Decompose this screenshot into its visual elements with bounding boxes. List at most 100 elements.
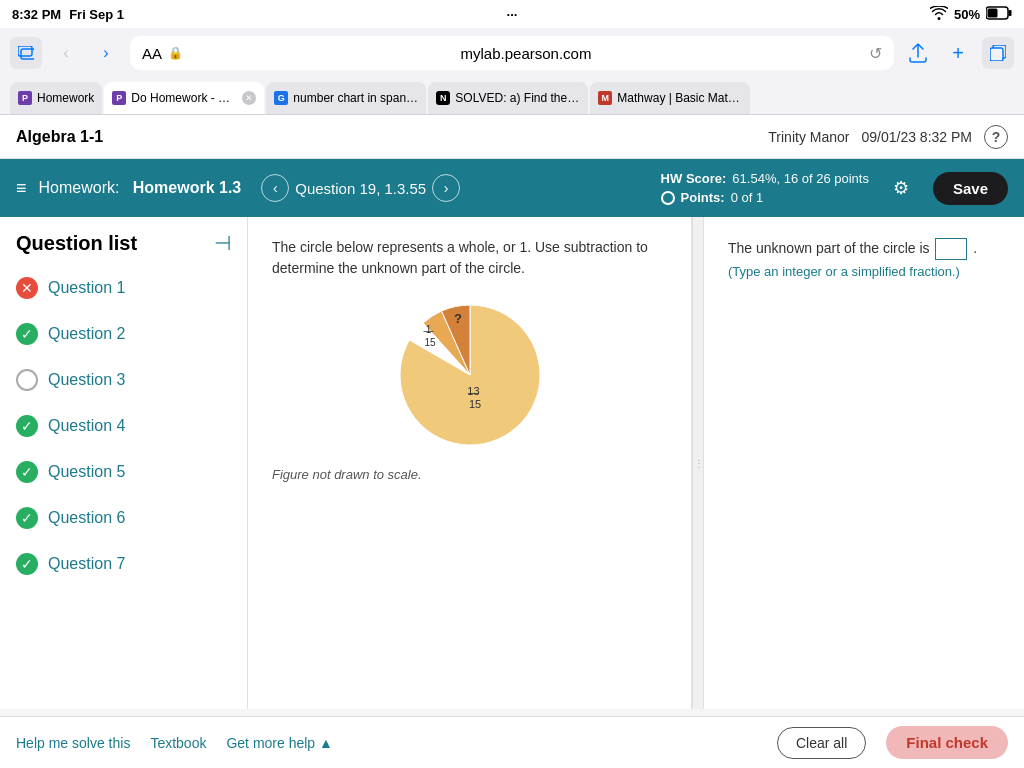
divider-dots-icon: ⋮ xyxy=(694,458,703,469)
tab-solved[interactable]: N SOLVED: a) Find the eq... xyxy=(428,82,588,114)
help-button[interactable]: ? xyxy=(984,125,1008,149)
q-status-icon-6: ✓ xyxy=(16,507,38,529)
final-check-button[interactable]: Final check xyxy=(886,726,1008,759)
hw-label: Homework: Homework 1.3 xyxy=(39,179,242,197)
svg-rect-3 xyxy=(18,46,32,56)
prev-question-button[interactable]: ‹ xyxy=(261,174,289,202)
tab-close-2[interactable]: ✕ xyxy=(242,91,256,105)
textbook-link[interactable]: Textbook xyxy=(150,735,206,751)
tab-mathway[interactable]: M Mathway | Basic Math P... xyxy=(590,82,750,114)
tab-do-homework[interactable]: P Do Homework - Homew... ✕ xyxy=(104,82,264,114)
points-label: Points: xyxy=(681,188,725,208)
hw-score-label: HW Score: xyxy=(661,169,727,189)
q-status-icon-3 xyxy=(16,369,38,391)
tab-overview-button[interactable] xyxy=(10,37,42,69)
tab-title-2: Do Homework - Homew... xyxy=(131,91,235,105)
q-status-icon-5: ✓ xyxy=(16,461,38,483)
more-help-link[interactable]: Get more help ▲ xyxy=(226,735,332,751)
main-content: Question list ⊣ ✕ Question 1 ✓ Question … xyxy=(0,217,1024,709)
day-date: Fri Sep 1 xyxy=(69,7,124,22)
svg-rect-1 xyxy=(1009,10,1012,16)
q-label-1: Question 1 xyxy=(48,279,125,297)
menu-icon[interactable]: ≡ xyxy=(16,178,27,199)
new-tab-button[interactable]: + xyxy=(942,37,974,69)
q-label-2: Question 2 xyxy=(48,325,125,343)
question-item-4[interactable]: ✓ Question 4 xyxy=(0,403,247,449)
divider-handle[interactable]: ⋮ xyxy=(692,217,704,709)
answer-hint: (Type an integer or a simplified fractio… xyxy=(728,264,1000,279)
bottom-toolbar: Help me solve this Textbook Get more hel… xyxy=(0,716,1024,768)
tab-favicon-1: P xyxy=(18,91,32,105)
browser-chrome: ‹ › AA 🔒 mylab.pearson.com ↺ + P Homewor… xyxy=(0,28,1024,115)
tab-title-4: SOLVED: a) Find the eq... xyxy=(455,91,580,105)
svg-text:13
          —
          15: 13 — 15 xyxy=(467,385,482,410)
battery-label: 50% xyxy=(954,7,980,22)
question-item-7[interactable]: ✓ Question 7 xyxy=(0,541,247,587)
q-label-7: Question 7 xyxy=(48,555,125,573)
next-question-button[interactable]: › xyxy=(432,174,460,202)
q-label-6: Question 6 xyxy=(48,509,125,527)
aa-button[interactable]: AA xyxy=(142,45,162,62)
question-item-1[interactable]: ✕ Question 1 xyxy=(0,265,247,311)
svg-rect-6 xyxy=(990,48,1003,61)
status-bar: 8:32 PM Fri Sep 1 ··· 50% xyxy=(0,0,1024,28)
question-item-5[interactable]: ✓ Question 5 xyxy=(0,449,247,495)
question-list-sidebar: Question list ⊣ ✕ Question 1 ✓ Question … xyxy=(0,217,248,709)
question-list-title: Question list xyxy=(16,232,137,255)
q-label-3: Question 3 xyxy=(48,371,125,389)
answer-text-after: . xyxy=(973,240,977,256)
tab-favicon-4: N xyxy=(436,91,450,105)
battery-icon xyxy=(986,6,1012,23)
answer-text-before: The unknown part of the circle is xyxy=(728,240,930,256)
tab-favicon-5: M xyxy=(598,91,612,105)
tab-title-5: Mathway | Basic Math P... xyxy=(617,91,742,105)
svg-rect-2 xyxy=(988,8,998,17)
forward-button[interactable]: › xyxy=(90,37,122,69)
status-dots: ··· xyxy=(507,7,518,22)
q-status-icon-7: ✓ xyxy=(16,553,38,575)
answer-input-box[interactable] xyxy=(935,238,967,260)
question-content-area: The circle below represents a whole, or … xyxy=(248,217,692,709)
user-name: Trinity Manor xyxy=(768,129,849,145)
page-header: Algebra 1-1 Trinity Manor 09/01/23 8:32 … xyxy=(0,115,1024,159)
q-status-icon-2: ✓ xyxy=(16,323,38,345)
settings-icon[interactable]: ⚙ xyxy=(893,177,909,199)
collapse-icon[interactable]: ⊣ xyxy=(214,231,231,255)
time: 8:32 PM xyxy=(12,7,61,22)
clear-all-button[interactable]: Clear all xyxy=(777,727,866,759)
tab-favicon-2: P xyxy=(112,91,126,105)
hw-name: Homework 1.3 xyxy=(133,179,241,196)
hw-nav: ‹ Question 19, 1.3.55 › xyxy=(261,174,460,202)
wifi-icon xyxy=(930,6,948,23)
tabs-button[interactable] xyxy=(982,37,1014,69)
question-item-3[interactable]: Question 3 xyxy=(0,357,247,403)
url-text: mylab.pearson.com xyxy=(189,45,863,62)
question-description: The circle below represents a whole, or … xyxy=(272,237,667,279)
q-status-icon-4: ✓ xyxy=(16,415,38,437)
question-item-6[interactable]: ✓ Question 6 xyxy=(0,495,247,541)
question-item-2[interactable]: ✓ Question 2 xyxy=(0,311,247,357)
reload-button[interactable]: ↺ xyxy=(869,44,882,63)
hw-header: ≡ Homework: Homework 1.3 ‹ Question 19, … xyxy=(0,159,1024,217)
more-help-arrow-icon: ▲ xyxy=(319,735,333,751)
tab-title-1: Homework xyxy=(37,91,94,105)
q-status-icon-1: ✕ xyxy=(16,277,38,299)
question-label: Question 19, 1.3.55 xyxy=(295,180,426,197)
tab-homework[interactable]: P Homework xyxy=(10,82,102,114)
browser-nav: ‹ › AA 🔒 mylab.pearson.com ↺ + xyxy=(0,28,1024,78)
tab-title-3: number chart in spanis... xyxy=(293,91,418,105)
lock-icon: 🔒 xyxy=(168,46,183,60)
answer-prompt: The unknown part of the circle is . xyxy=(728,237,1000,260)
back-button[interactable]: ‹ xyxy=(50,37,82,69)
svg-text:?: ? xyxy=(454,311,462,326)
hw-score-value: 61.54%, 16 of 26 points xyxy=(732,169,869,189)
url-bar[interactable]: AA 🔒 mylab.pearson.com ↺ xyxy=(130,36,894,70)
question-list-header: Question list ⊣ xyxy=(0,217,247,265)
help-solve-link[interactable]: Help me solve this xyxy=(16,735,130,751)
tab-favicon-3: G xyxy=(274,91,288,105)
share-button[interactable] xyxy=(902,37,934,69)
points-value: 0 of 1 xyxy=(731,188,764,208)
tab-number-chart[interactable]: G number chart in spanis... xyxy=(266,82,426,114)
save-button[interactable]: Save xyxy=(933,172,1008,205)
pie-diagram: 13 — 15 1 — 15 xyxy=(272,295,667,455)
